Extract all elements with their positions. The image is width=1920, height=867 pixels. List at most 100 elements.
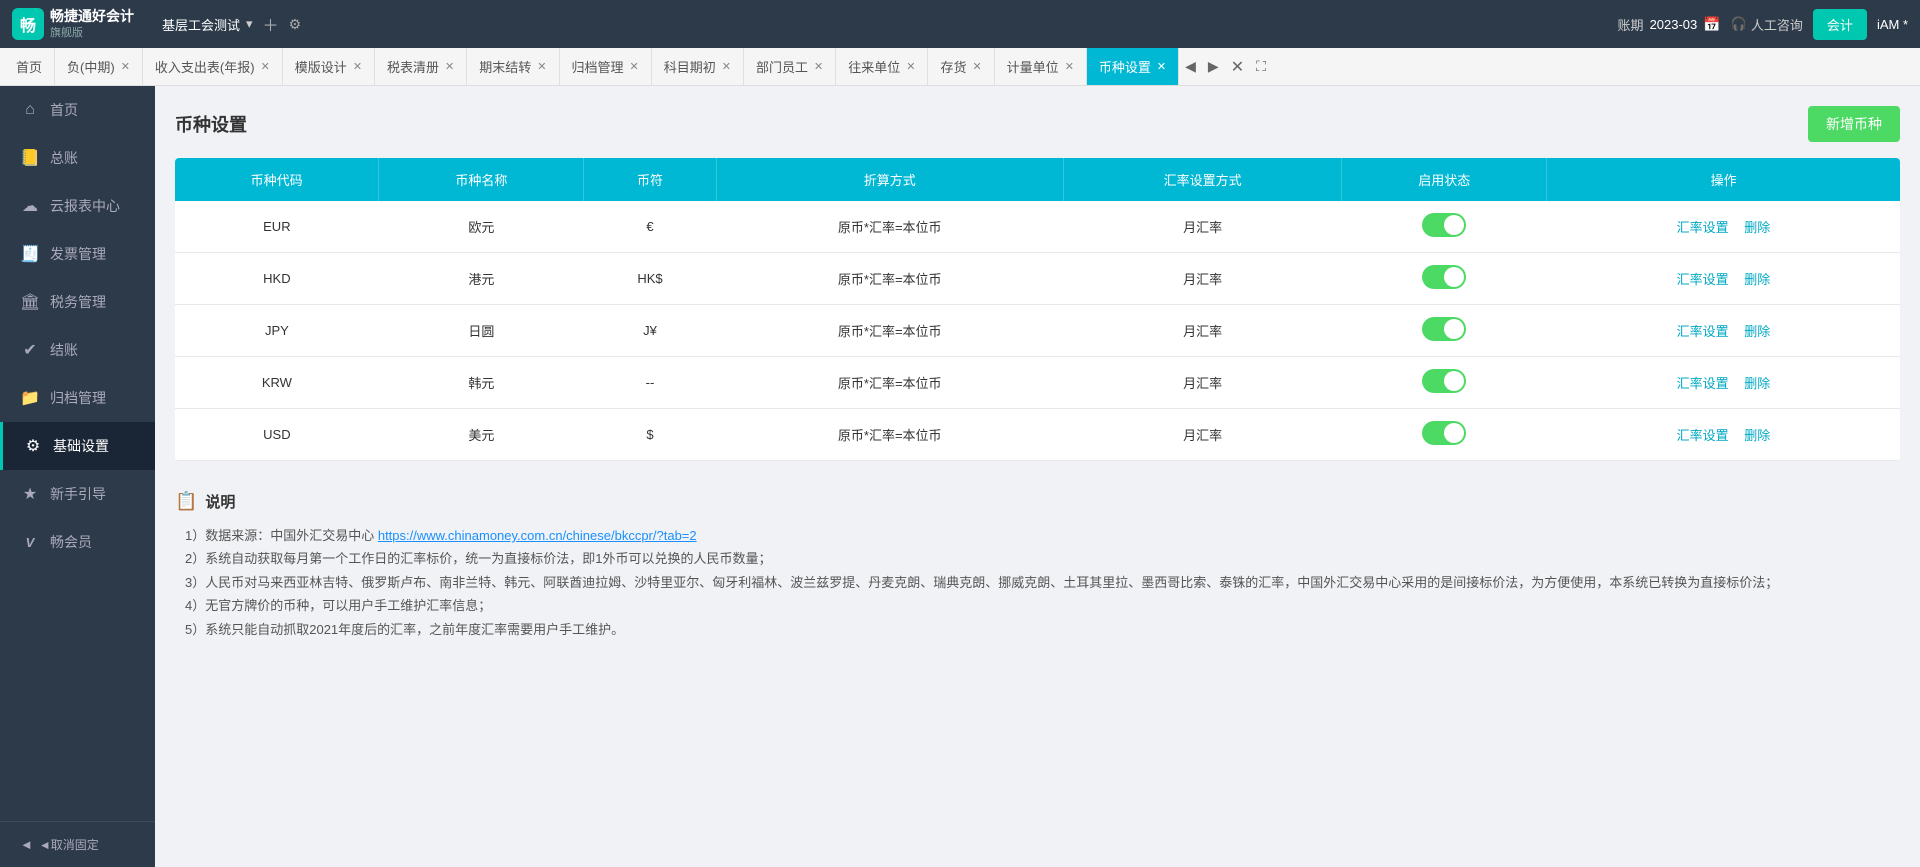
top-right: 🎧 人工咨询 会计 iAM * xyxy=(1731,9,1908,40)
tab-close-icon[interactable]: ✕ xyxy=(1065,60,1074,73)
notes-link[interactable]: https://www.chinamoney.com.cn/chinese/bk… xyxy=(378,528,697,543)
tab-subject[interactable]: 科目期初 ✕ xyxy=(652,48,744,86)
page-title: 币种设置 xyxy=(175,111,247,137)
cell-symbol: HK$ xyxy=(584,253,716,305)
cell-actions: 汇率设置 删除 xyxy=(1547,253,1900,305)
tab-next-button[interactable]: ▶ xyxy=(1202,54,1225,79)
tab-home[interactable]: 首页 xyxy=(4,48,55,86)
delete-link[interactable]: 删除 xyxy=(1744,428,1770,443)
tab-close-icon[interactable]: ✕ xyxy=(1157,60,1166,73)
sidebar-item-member[interactable]: V 畅会员 xyxy=(0,518,155,566)
sidebar-label-guide: 新手引导 xyxy=(50,484,106,504)
sidebar-label-invoice: 发票管理 xyxy=(50,244,106,264)
sidebar-pin-button[interactable]: ◄ ◄取消固定 xyxy=(0,821,155,867)
cell-calc: 原币*汇率=本位币 xyxy=(716,357,1063,409)
archive-icon: 📁 xyxy=(20,388,40,408)
cell-code: JPY xyxy=(175,305,379,357)
toggle-enabled[interactable] xyxy=(1422,421,1466,445)
cell-symbol: -- xyxy=(584,357,716,409)
tab-measure[interactable]: 计量单位 ✕ xyxy=(995,48,1087,86)
company-name: 基层工会测试 xyxy=(162,15,240,34)
tab-template[interactable]: 模版设计 ✕ xyxy=(283,48,375,86)
settings-sidebar-icon: ⚙ xyxy=(23,436,43,456)
cell-code: HKD xyxy=(175,253,379,305)
notes-item: 1）数据来源：中国外汇交易中心 https://www.chinamoney.c… xyxy=(175,524,1900,547)
rate-setting-link[interactable]: 汇率设置 xyxy=(1677,428,1729,443)
sidebar-item-ledger[interactable]: 📒 总账 xyxy=(0,134,155,182)
tab-inventory[interactable]: 存货 ✕ xyxy=(928,48,994,86)
service-button[interactable]: 🎧 人工咨询 xyxy=(1731,15,1803,34)
sidebar-label-home: 首页 xyxy=(50,100,78,120)
sidebar-item-invoice[interactable]: 🧾 发票管理 xyxy=(0,230,155,278)
layout: ⌂ 首页 📒 总账 ☁ 云报表中心 🧾 发票管理 🏛 税务管理 ✔ 结账 📁 归… xyxy=(0,86,1920,867)
delete-link[interactable]: 删除 xyxy=(1744,324,1770,339)
tab-dept[interactable]: 部门员工 ✕ xyxy=(744,48,836,86)
toggle-enabled[interactable] xyxy=(1422,369,1466,393)
tab-close-icon[interactable]: ✕ xyxy=(630,60,639,73)
currency-table: 币种代码 币种名称 币符 折算方式 汇率设置方式 启用状态 操作 EUR 欧元 … xyxy=(175,158,1900,461)
home-icon: ⌂ xyxy=(20,101,40,119)
top-bar: 畅 畅捷通好会计 旗舰版 基层工会测试 ▾ ＋ ⚙ 账期 2023-03 📅 🎧… xyxy=(0,0,1920,48)
tab-close-icon[interactable]: ✕ xyxy=(972,60,981,73)
sidebar-item-tax[interactable]: 🏛 税务管理 xyxy=(0,278,155,326)
th-actions: 操作 xyxy=(1547,158,1900,201)
tab-taxbook[interactable]: 税表清册 ✕ xyxy=(375,48,467,86)
tab-close-icon[interactable]: ✕ xyxy=(906,60,915,73)
checkout-icon: ✔ xyxy=(20,340,40,360)
tab-prev-button[interactable]: ◀ xyxy=(1179,54,1202,79)
tab-close-icon[interactable]: ✕ xyxy=(814,60,823,73)
rate-setting-link[interactable]: 汇率设置 xyxy=(1677,324,1729,339)
tab-close-icon[interactable]: ✕ xyxy=(261,60,270,73)
tab-close-icon[interactable]: ✕ xyxy=(121,60,130,73)
sidebar-item-home[interactable]: ⌂ 首页 xyxy=(0,86,155,134)
tab-mid[interactable]: 负(中期) ✕ xyxy=(55,48,143,86)
cell-name: 欧元 xyxy=(379,201,584,253)
rate-setting-link[interactable]: 汇率设置 xyxy=(1677,220,1729,235)
cell-code: KRW xyxy=(175,357,379,409)
calendar-icon[interactable]: 📅 xyxy=(1703,16,1720,33)
sidebar-item-archive[interactable]: 📁 归档管理 xyxy=(0,374,155,422)
delete-link[interactable]: 删除 xyxy=(1744,272,1770,287)
page-header: 币种设置 新增币种 xyxy=(175,106,1900,142)
th-status: 启用状态 xyxy=(1342,158,1547,201)
tax-icon: 🏛 xyxy=(20,292,40,312)
add-icon[interactable]: ＋ xyxy=(263,12,279,36)
tab-close-icon[interactable]: ✕ xyxy=(353,60,362,73)
tab-contacts[interactable]: 往来单位 ✕ xyxy=(836,48,928,86)
app-logo: 畅 畅捷通好会计 旗舰版 xyxy=(12,8,152,41)
headset-icon: 🎧 xyxy=(1731,16,1747,32)
kuaiji-button[interactable]: 会计 xyxy=(1813,9,1867,40)
toggle-enabled[interactable] xyxy=(1422,213,1466,237)
tab-close-icon[interactable]: ✕ xyxy=(445,60,454,73)
tab-currency[interactable]: 币种设置 ✕ xyxy=(1087,48,1179,86)
settings-icon[interactable]: ⚙ xyxy=(289,16,302,33)
table-row: JPY 日圆 J¥ 原币*汇率=本位币 月汇率 汇率设置 删除 xyxy=(175,305,1900,357)
th-code: 币种代码 xyxy=(175,158,379,201)
dropdown-icon: ▾ xyxy=(246,16,253,32)
tab-bar: 首页 负(中期) ✕ 收入支出表(年报) ✕ 模版设计 ✕ 税表清册 ✕ 期末结… xyxy=(0,48,1920,86)
sidebar-item-guide[interactable]: ★ 新手引导 xyxy=(0,470,155,518)
delete-link[interactable]: 删除 xyxy=(1744,376,1770,391)
company-selector[interactable]: 基层工会测试 ▾ ＋ ⚙ xyxy=(162,12,1588,36)
sidebar-item-settings[interactable]: ⚙ 基础设置 xyxy=(0,422,155,470)
new-currency-button[interactable]: 新增币种 xyxy=(1808,106,1900,142)
tab-period-close[interactable]: 期末结转 ✕ xyxy=(467,48,559,86)
app-name: 畅捷通好会计 xyxy=(50,8,134,25)
cell-name: 日圆 xyxy=(379,305,584,357)
tab-annual[interactable]: 收入支出表(年报) ✕ xyxy=(143,48,283,86)
rate-setting-link[interactable]: 汇率设置 xyxy=(1677,376,1729,391)
rate-setting-link[interactable]: 汇率设置 xyxy=(1677,272,1729,287)
toggle-enabled[interactable] xyxy=(1422,317,1466,341)
tab-close-icon[interactable]: ✕ xyxy=(722,60,731,73)
ledger-icon: 📒 xyxy=(20,148,40,168)
tab-archive[interactable]: 归档管理 ✕ xyxy=(560,48,652,86)
notes-item: 2）系统自动获取每月第一个工作日的汇率标价，统一为直接标价法，即1外币可以兑换的… xyxy=(175,547,1900,570)
tab-close-all-button[interactable]: ✕ xyxy=(1225,53,1250,81)
tab-close-icon[interactable]: ✕ xyxy=(537,60,546,73)
toggle-enabled[interactable] xyxy=(1422,265,1466,289)
sidebar-item-checkout[interactable]: ✔ 结账 xyxy=(0,326,155,374)
delete-link[interactable]: 删除 xyxy=(1744,220,1770,235)
sidebar-item-report[interactable]: ☁ 云报表中心 xyxy=(0,182,155,230)
tab-expand-button[interactable]: ⛶ xyxy=(1250,54,1272,79)
logo-icon: 畅 xyxy=(12,8,44,40)
